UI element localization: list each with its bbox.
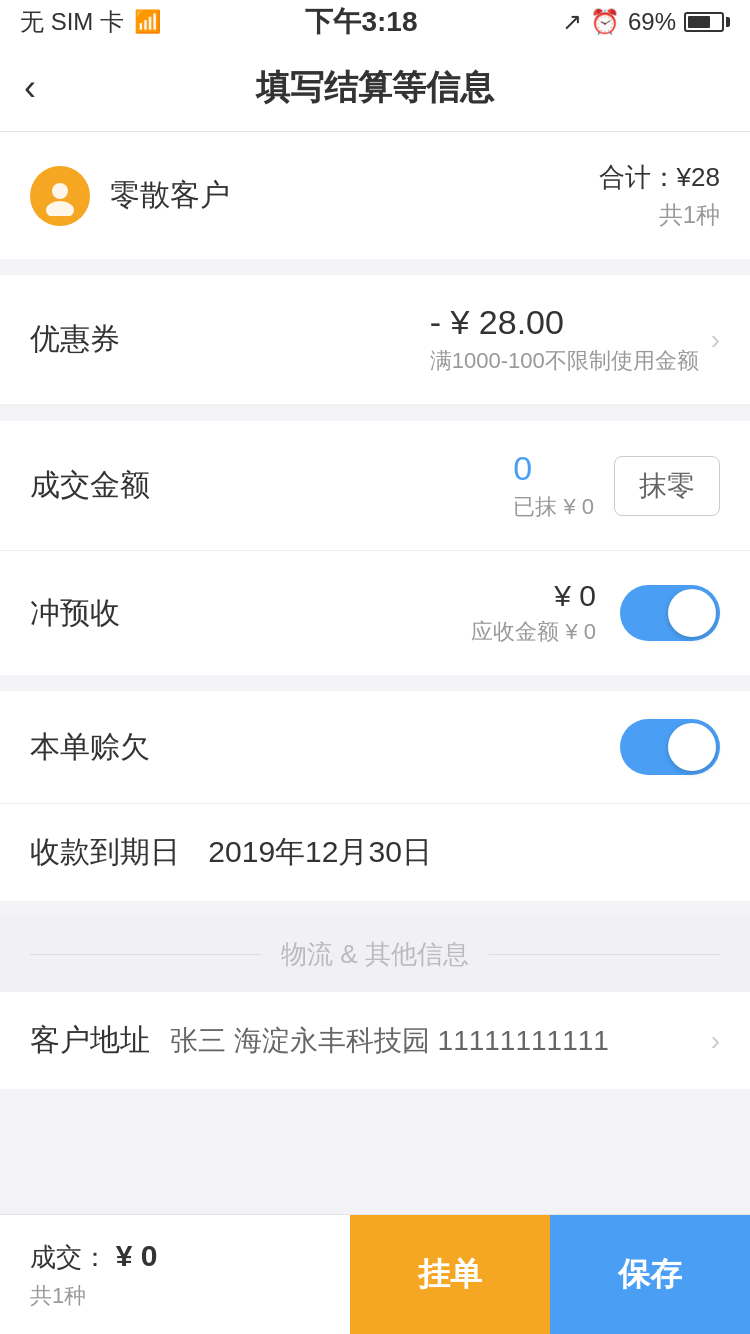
- address-row[interactable]: 客户地址 张三 海淀永丰科技园 11111111111 ›: [0, 992, 750, 1089]
- status-time: 下午3:18: [305, 3, 417, 41]
- precollect-label: 冲预收: [30, 593, 120, 634]
- precollect-sub: 应收金额 ¥ 0: [471, 617, 596, 647]
- coupon-amount: - ¥ 28.00: [430, 303, 699, 342]
- debt-label: 本单赊欠: [30, 727, 150, 768]
- bottom-bar: 成交： ¥ 0 共1种 挂单 保存: [0, 1214, 750, 1334]
- due-date-label: 收款到期日: [30, 835, 180, 868]
- customer-summary: 合计：¥28 共1种: [599, 160, 720, 231]
- svg-point-0: [52, 183, 68, 199]
- debt-section: 本单赊欠 收款到期日 2019年12月30日: [0, 691, 750, 901]
- address-value: 张三 海淀永丰科技园 11111111111: [170, 1022, 711, 1060]
- coupon-section: 优惠券 - ¥ 28.00 满1000-100不限制使用金额 ›: [0, 275, 750, 405]
- status-left: 无 SIM 卡 📶: [20, 6, 161, 38]
- transaction-amount-row: 成交金额 0 已抹 ¥ 0 抹零: [0, 421, 750, 551]
- battery-icon: [684, 12, 730, 32]
- address-section: 客户地址 张三 海淀永丰科技园 11111111111 ›: [0, 992, 750, 1089]
- location-icon: ↗: [562, 8, 582, 36]
- address-label: 客户地址: [30, 1020, 150, 1061]
- divider-text: 物流 & 其他信息: [281, 937, 469, 972]
- avatar: [30, 166, 90, 226]
- total-count: 共1种: [599, 199, 720, 231]
- customer-name: 零散客户: [110, 175, 230, 216]
- coupon-row[interactable]: 优惠券 - ¥ 28.00 满1000-100不限制使用金额 ›: [0, 275, 750, 405]
- amount-section: 成交金额 0 已抹 ¥ 0 抹零 冲预收 ¥ 0 应收金额 ¥ 0: [0, 421, 750, 675]
- debt-row: 本单赊欠: [0, 691, 750, 803]
- status-bar: 无 SIM 卡 📶 下午3:18 ↗ ⏰ 69%: [0, 0, 750, 44]
- transaction-value-wrap: 0 已抹 ¥ 0: [513, 449, 594, 522]
- debt-toggle-knob: [668, 723, 716, 771]
- alarm-icon: ⏰: [590, 8, 620, 36]
- bottom-count: 共1种: [30, 1281, 320, 1311]
- precollect-row: 冲预收 ¥ 0 应收金额 ¥ 0: [0, 551, 750, 675]
- divider-left-line: [30, 954, 261, 955]
- coupon-desc: 满1000-100不限制使用金额: [430, 346, 699, 376]
- toggle-knob: [668, 589, 716, 637]
- coupon-right: - ¥ 28.00 满1000-100不限制使用金额 ›: [430, 303, 720, 376]
- divider-section: 物流 & 其他信息: [0, 917, 750, 992]
- save-button[interactable]: 保存: [550, 1215, 750, 1334]
- coupon-label: 优惠券: [30, 319, 120, 360]
- bottom-info: 成交： ¥ 0 共1种: [0, 1215, 350, 1334]
- content: 零散客户 合计：¥28 共1种 优惠券 - ¥ 28.00 满1000-100不…: [0, 132, 750, 1229]
- precollect-toggle[interactable]: [620, 585, 720, 641]
- svg-point-1: [46, 201, 74, 216]
- customer-row: 零散客户 合计：¥28 共1种: [0, 132, 750, 259]
- total-label: 合计：¥28: [599, 160, 720, 195]
- address-right: ›: [711, 1025, 720, 1057]
- battery-percent: 69%: [628, 8, 676, 36]
- status-right: ↗ ⏰ 69%: [562, 8, 730, 36]
- deal-amount: ¥ 0: [116, 1239, 158, 1272]
- deal-label: 成交：: [30, 1242, 108, 1272]
- precollect-amount: ¥ 0: [471, 579, 596, 613]
- precollect-right: ¥ 0 应收金额 ¥ 0: [471, 579, 720, 647]
- pending-button[interactable]: 挂单: [350, 1215, 550, 1334]
- precollect-value-wrap: ¥ 0 应收金额 ¥ 0: [471, 579, 596, 647]
- divider-line: 物流 & 其他信息: [30, 937, 720, 972]
- customer-left: 零散客户: [30, 166, 230, 226]
- coupon-info: - ¥ 28.00 满1000-100不限制使用金额: [430, 303, 699, 376]
- transaction-right: 0 已抹 ¥ 0 抹零: [513, 449, 720, 522]
- transaction-sub: 已抹 ¥ 0: [513, 492, 594, 522]
- nav-bar: ‹ 填写结算等信息: [0, 44, 750, 132]
- back-button[interactable]: ‹: [24, 67, 36, 109]
- transaction-label: 成交金额: [30, 465, 150, 506]
- due-date-value: 2019年12月30日: [208, 835, 431, 868]
- address-chevron-icon: ›: [711, 1025, 720, 1057]
- bottom-deal-row: 成交： ¥ 0: [30, 1239, 320, 1275]
- wifi-icon: 📶: [134, 9, 161, 35]
- debt-toggle[interactable]: [620, 719, 720, 775]
- chevron-right-icon: ›: [711, 324, 720, 356]
- zero-button[interactable]: 抹零: [614, 456, 720, 516]
- divider-right-line: [489, 954, 720, 955]
- page-title: 填写结算等信息: [256, 65, 494, 111]
- transaction-value: 0: [513, 449, 594, 488]
- due-date-row: 收款到期日 2019年12月30日: [0, 803, 750, 901]
- no-sim-text: 无 SIM 卡: [20, 6, 124, 38]
